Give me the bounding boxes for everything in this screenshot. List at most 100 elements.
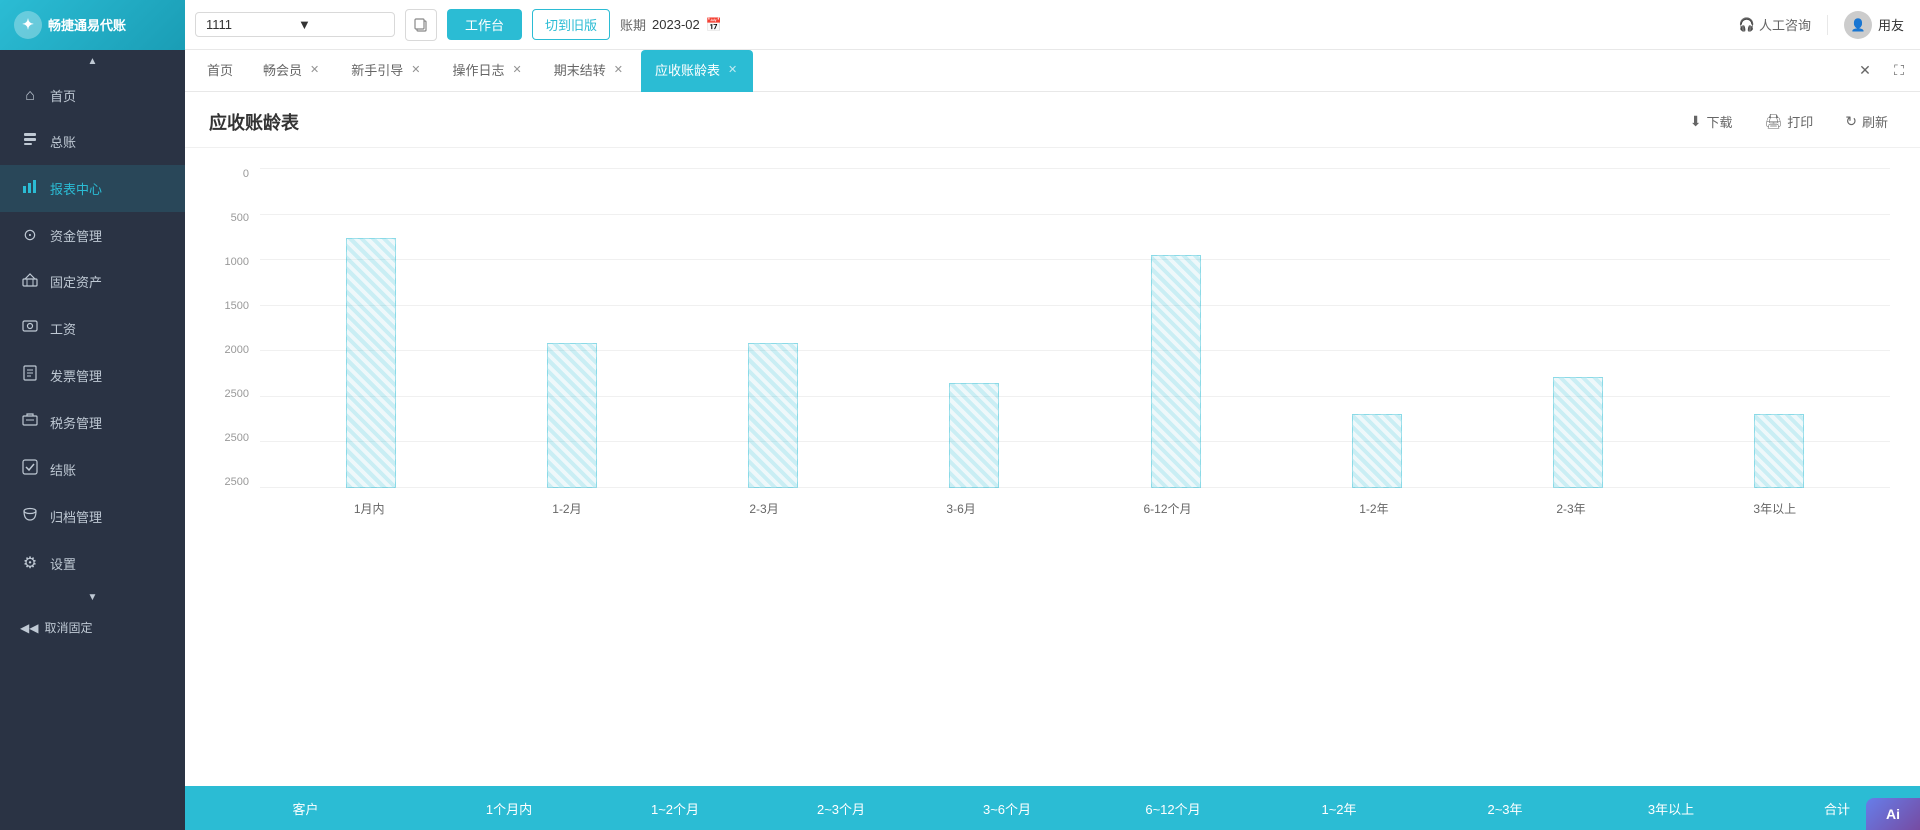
- ai-badge[interactable]: Ai: [1866, 798, 1920, 830]
- page-title: 应收账龄表: [209, 109, 299, 135]
- logo-icon: ✦: [14, 11, 42, 39]
- chevron-down-icon: ▼: [298, 17, 384, 32]
- tab-oplog[interactable]: 操作日志 ✕: [438, 50, 537, 92]
- settle-icon: [20, 459, 40, 480]
- tab-close-icon[interactable]: ✕: [612, 61, 625, 78]
- company-selector[interactable]: 1111 ▼: [195, 12, 395, 37]
- chart-wrapper: 2500 2500 2500 2000 1500 1000 500 0: [215, 168, 1890, 528]
- tab-ar-aging[interactable]: 应收账龄表 ✕: [641, 50, 753, 92]
- tab-period-end[interactable]: 期末结转 ✕: [540, 50, 639, 92]
- main-layout: ▲ ⌂ 首页 总账 报表中心 ⊙ 资金管理 固定资产: [0, 50, 1920, 830]
- sidebar-item-reports[interactable]: 报表中心: [0, 165, 185, 212]
- sidebar-item-label: 发票管理: [50, 366, 102, 385]
- bar-6-12m: [1151, 255, 1201, 488]
- y-label: 1000: [225, 256, 249, 268]
- tab-label: 新手引导: [351, 60, 403, 79]
- x-labels: 1月内 1-2月 2-3月 3-6月 6-12个月 1-2年 2-3年 3年以上: [260, 488, 1890, 528]
- close-tab-button[interactable]: ✕: [1852, 58, 1878, 84]
- copy-icon-button[interactable]: [405, 9, 437, 41]
- x-label-1-2m: 1-2月: [552, 500, 581, 517]
- sidebar-item-invoice[interactable]: 发票管理: [0, 352, 185, 399]
- scroll-down-arrow[interactable]: ▼: [0, 586, 185, 609]
- tab-close-icon[interactable]: ✕: [726, 61, 739, 78]
- period-value: 2023-02: [652, 17, 700, 32]
- period-label: 账期: [620, 15, 646, 34]
- sidebar-item-settle[interactable]: 结账: [0, 446, 185, 493]
- tab-close-icon[interactable]: ✕: [409, 61, 422, 78]
- sidebar-item-label: 固定资产: [50, 272, 102, 291]
- assets-icon: [20, 271, 40, 292]
- sidebar-item-settings[interactable]: ⚙ 设置: [0, 540, 185, 586]
- th-2-3m: 2~3个月: [758, 799, 924, 818]
- refresh-icon: ↻: [1845, 113, 1857, 130]
- y-axis: 2500 2500 2500 2000 1500 1000 500 0: [215, 168, 255, 488]
- sidebar-item-label: 工资: [50, 319, 76, 338]
- consult-button[interactable]: 🎧 人工咨询: [1739, 15, 1811, 34]
- y-label: 1500: [225, 300, 249, 312]
- page-content: 应收账龄表 ⬇ 下载 🖨 打印 ↻ 刷新: [185, 92, 1920, 830]
- user-label: 用友: [1878, 15, 1904, 34]
- refresh-label: 刷新: [1862, 112, 1888, 131]
- bar-group-2: [547, 343, 597, 488]
- x-label-1m: 1月内: [354, 500, 385, 517]
- header-right: 🎧 人工咨询 👤 用友: [1739, 11, 1904, 39]
- bars-row: [260, 168, 1890, 488]
- tabs-actions: ✕ ⛶: [1852, 58, 1912, 84]
- x-label-6-12m: 6-12个月: [1144, 500, 1192, 517]
- content-area: 首页 畅会员 ✕ 新手引导 ✕ 操作日志 ✕ 期末结转 ✕ 应收账龄表 ✕: [185, 50, 1920, 830]
- sidebar-item-home[interactable]: ⌂ 首页: [0, 73, 185, 118]
- expand-tab-button[interactable]: ⛶: [1886, 58, 1912, 84]
- y-label: 2000: [225, 344, 249, 356]
- refresh-button[interactable]: ↻ 刷新: [1837, 108, 1896, 135]
- y-label: 2500: [225, 432, 249, 444]
- print-icon: 🖨: [1764, 113, 1782, 130]
- cancel-fixed-button[interactable]: ◀◀ 取消固定: [0, 609, 185, 646]
- sidebar-item-assets[interactable]: 固定资产: [0, 258, 185, 305]
- home-icon: ⌂: [20, 87, 40, 105]
- bar-1m: [346, 238, 396, 488]
- print-button[interactable]: 🖨 打印: [1756, 108, 1821, 135]
- tabs-bar: 首页 畅会员 ✕ 新手引导 ✕ 操作日志 ✕ 期末结转 ✕ 应收账龄表 ✕: [185, 50, 1920, 92]
- tab-close-icon[interactable]: ✕: [511, 61, 524, 78]
- tab-guide[interactable]: 新手引导 ✕: [337, 50, 436, 92]
- top-header: ✦ 畅捷通易代账 1111 ▼ 工作台 切到旧版 账期 2023-02 📅 🎧 …: [0, 0, 1920, 50]
- bar-1-2m: [547, 343, 597, 488]
- workbench-button[interactable]: 工作台: [447, 9, 522, 40]
- sidebar-item-funds[interactable]: ⊙ 资金管理: [0, 212, 185, 258]
- tab-member[interactable]: 畅会员 ✕: [249, 50, 335, 92]
- download-button[interactable]: ⬇ 下载: [1682, 108, 1741, 135]
- chart-inner: [260, 168, 1890, 488]
- calendar-icon[interactable]: 📅: [706, 17, 722, 33]
- logo-area: ✦ 畅捷通易代账: [0, 0, 185, 50]
- sidebar-item-ledger[interactable]: 总账: [0, 118, 185, 165]
- switch-old-button[interactable]: 切到旧版: [532, 9, 610, 40]
- tax-icon: [20, 412, 40, 433]
- invoice-icon: [20, 365, 40, 386]
- archive-icon: [20, 506, 40, 527]
- y-label: 500: [231, 212, 249, 224]
- bar-1-2y: [1352, 414, 1402, 488]
- scroll-up-arrow[interactable]: ▲: [0, 50, 185, 73]
- tab-close-icon[interactable]: ✕: [308, 61, 321, 78]
- page-header: 应收账龄表 ⬇ 下载 🖨 打印 ↻ 刷新: [185, 92, 1920, 148]
- bar-group-4: [949, 383, 999, 488]
- avatar: 👤: [1844, 11, 1872, 39]
- settings-icon: ⚙: [20, 553, 40, 573]
- user-area[interactable]: 👤 用友: [1844, 11, 1904, 39]
- y-label: 0: [243, 168, 249, 180]
- print-label: 打印: [1787, 112, 1813, 131]
- sidebar-item-label: 归档管理: [50, 507, 102, 526]
- cancel-fixed-label: 取消固定: [44, 619, 92, 636]
- salary-icon: [20, 318, 40, 339]
- download-label: 下载: [1706, 112, 1732, 131]
- tab-home[interactable]: 首页: [193, 50, 247, 92]
- sidebar-item-salary[interactable]: 工资: [0, 305, 185, 352]
- bar-group-3: [748, 343, 798, 488]
- sidebar-item-label: 设置: [50, 554, 76, 573]
- sidebar-item-archive[interactable]: 归档管理: [0, 493, 185, 540]
- th-3-6m: 3~6个月: [924, 799, 1090, 818]
- sidebar-item-tax[interactable]: 税务管理: [0, 399, 185, 446]
- company-name: 1111: [206, 17, 292, 32]
- download-icon: ⬇: [1690, 113, 1702, 130]
- th-1m: 1个月内: [426, 799, 592, 818]
